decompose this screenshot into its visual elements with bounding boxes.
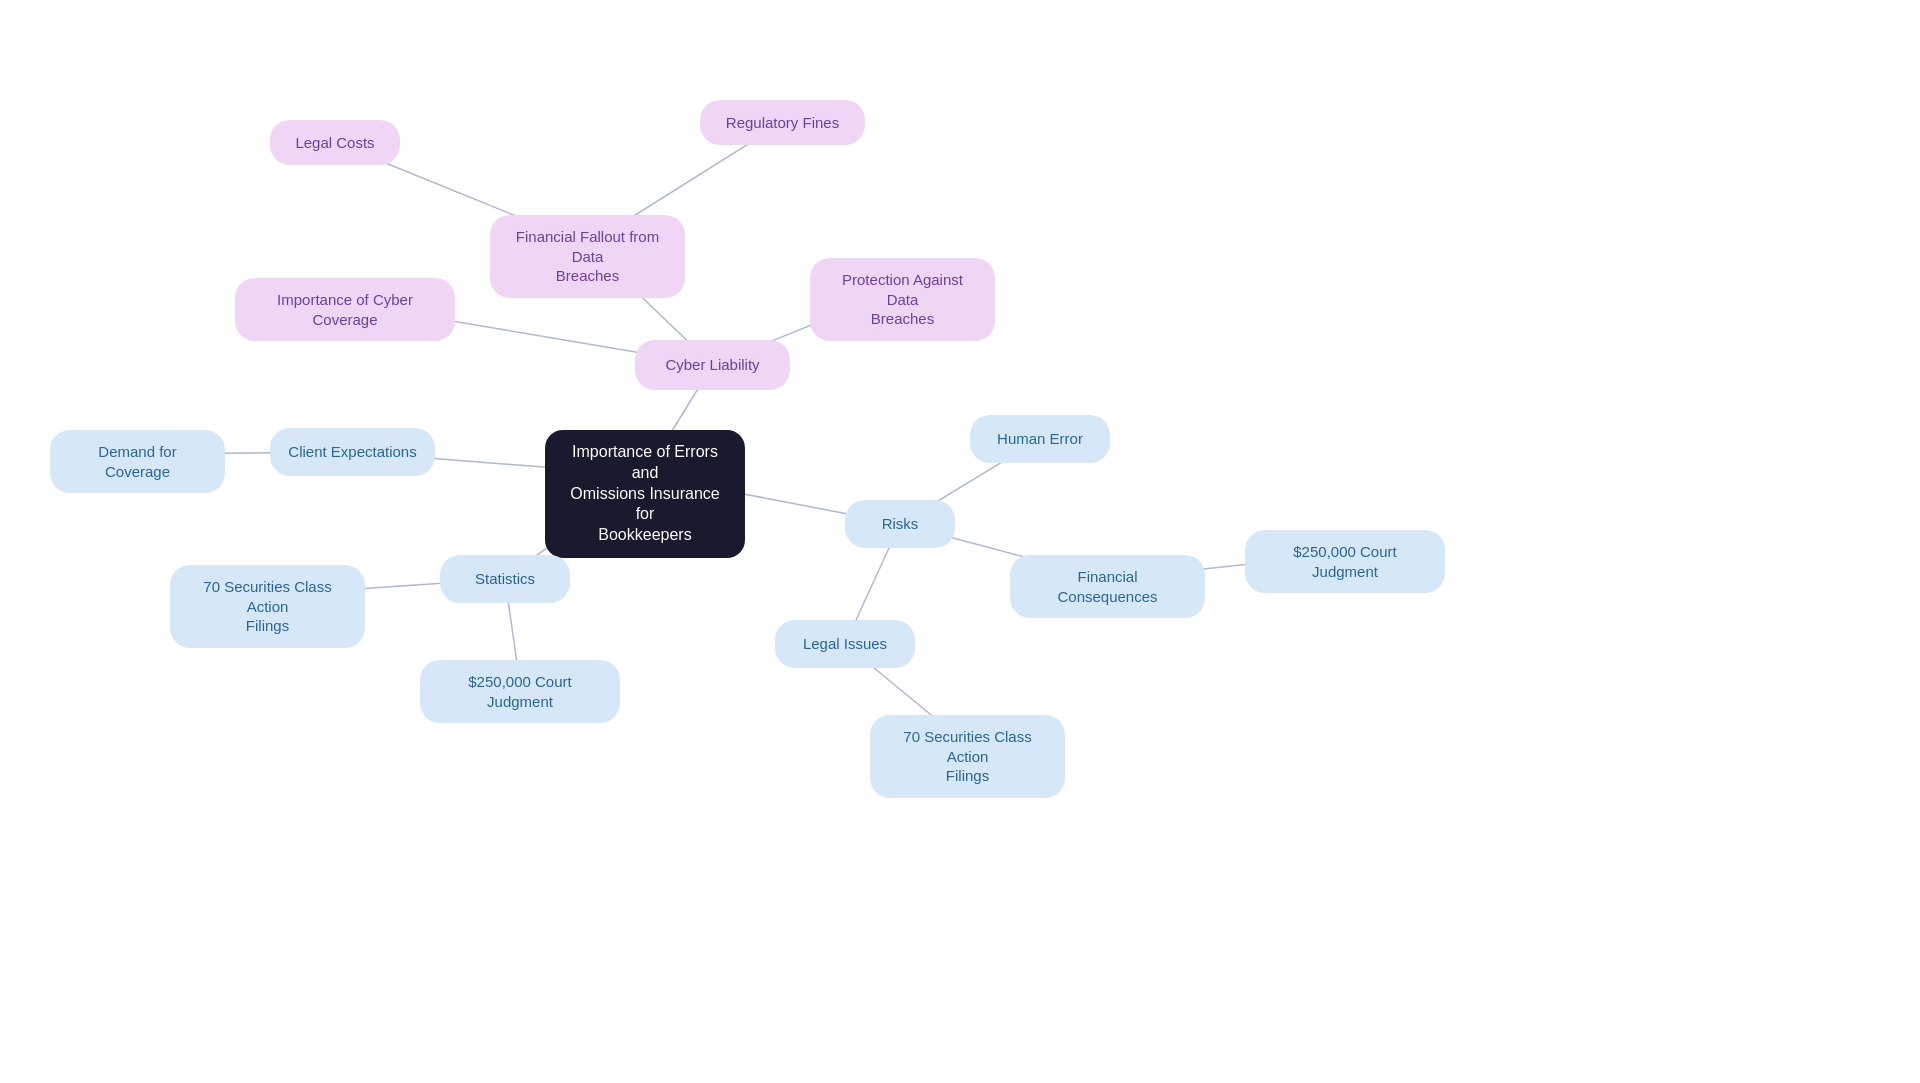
node-statistics[interactable]: Statistics: [440, 555, 570, 603]
node-protection-data[interactable]: Protection Against Data Breaches: [810, 258, 995, 341]
node-legal-issues[interactable]: Legal Issues: [775, 620, 915, 668]
node-cyber-liability[interactable]: Cyber Liability: [635, 340, 790, 390]
node-client-expectations[interactable]: Client Expectations: [270, 428, 435, 476]
node-regulatory-fines[interactable]: Regulatory Fines: [700, 100, 865, 145]
node-securities-legal[interactable]: 70 Securities Class Action Filings: [870, 715, 1065, 798]
node-risks[interactable]: Risks: [845, 500, 955, 548]
node-center[interactable]: Importance of Errors and Omissions Insur…: [545, 430, 745, 558]
node-financial-consequences[interactable]: Financial Consequences: [1010, 555, 1205, 618]
node-court-judgment-stats[interactable]: $250,000 Court Judgment: [420, 660, 620, 723]
node-human-error[interactable]: Human Error: [970, 415, 1110, 463]
node-financial-fallout[interactable]: Financial Fallout from Data Breaches: [490, 215, 685, 298]
node-importance-cyber[interactable]: Importance of Cyber Coverage: [235, 278, 455, 341]
node-court-judgment-risks[interactable]: $250,000 Court Judgment: [1245, 530, 1445, 593]
node-securities-stats[interactable]: 70 Securities Class Action Filings: [170, 565, 365, 648]
node-legal-costs[interactable]: Legal Costs: [270, 120, 400, 165]
mindmap-container: Importance of Errors and Omissions Insur…: [0, 0, 1920, 1083]
node-demand-coverage[interactable]: Demand for Coverage: [50, 430, 225, 493]
